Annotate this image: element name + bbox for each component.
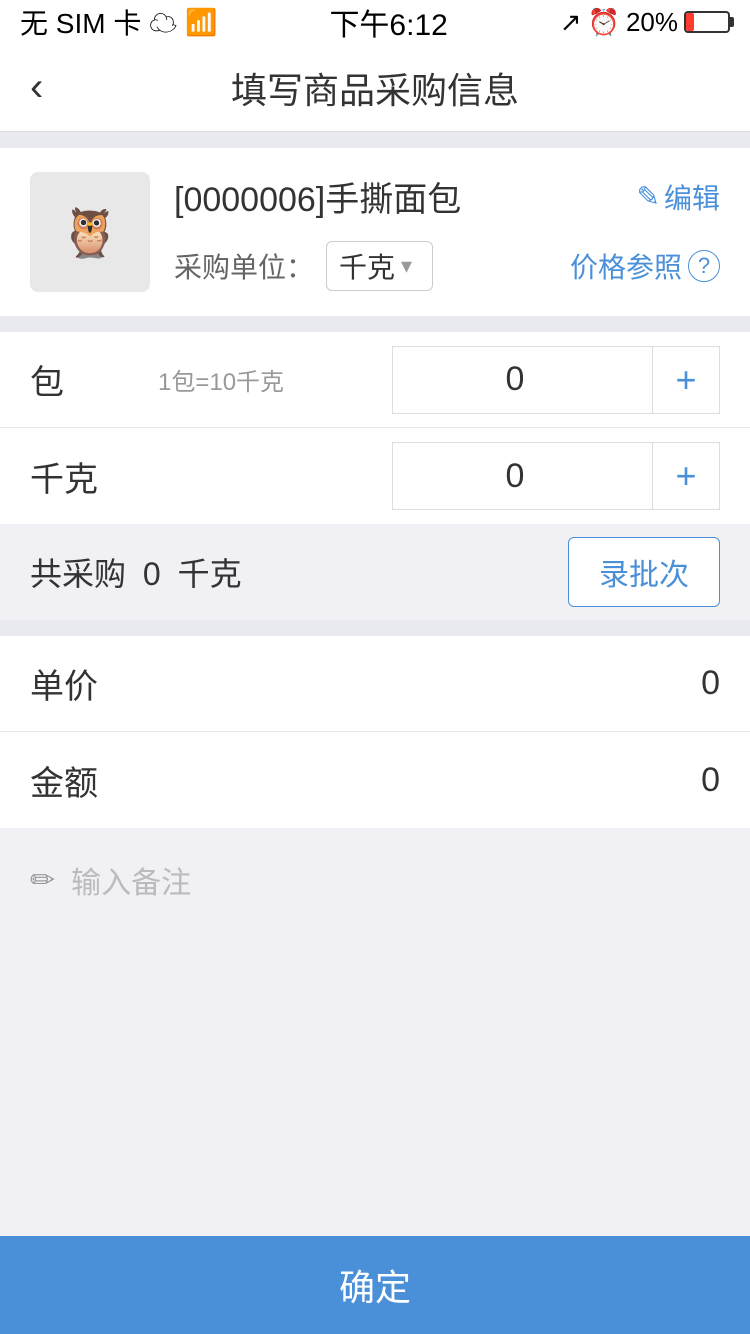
- status-left: 无 SIM 卡 ☁ 📶: [20, 2, 218, 42]
- quantity-input-kg[interactable]: [392, 442, 652, 510]
- product-info: [0000006]手撕面包 ✎ 编辑 采购单位： 千克 ▾ 价格参照 ?: [174, 172, 720, 291]
- section-divider-top: [0, 132, 750, 148]
- alarm-icon: ⏰: [588, 7, 620, 38]
- batch-button[interactable]: 录批次: [568, 537, 720, 607]
- quantity-label-kg: 千克: [30, 452, 150, 501]
- status-bar: 无 SIM 卡 ☁ 📶 下午6:12 ↗ ⏰ 20%: [0, 0, 750, 44]
- pencil-icon: ✏: [30, 863, 55, 898]
- quantity-label-bao: 包: [30, 355, 150, 404]
- price-label-unit: 单价: [30, 659, 98, 708]
- price-value-unit: 0: [701, 664, 720, 703]
- back-button[interactable]: ‹: [30, 65, 43, 110]
- price-section: 单价 0 金额 0: [0, 636, 750, 828]
- quantity-row-kg: 千克 +: [0, 428, 750, 524]
- product-thumbnail-icon: 🦉: [60, 204, 120, 261]
- price-value-amount: 0: [701, 761, 720, 800]
- confirm-button[interactable]: 确定: [0, 1236, 750, 1334]
- wifi-icon: 📶: [185, 7, 217, 38]
- nav-bar: ‹ 填写商品采购信息: [0, 44, 750, 132]
- price-label-amount: 金额: [30, 756, 98, 805]
- location-icon: ↗: [560, 7, 582, 38]
- section-divider-2: [0, 620, 750, 636]
- price-row-unit: 单价 0: [0, 636, 750, 732]
- chevron-down-icon: ▾: [401, 253, 412, 279]
- unit-select[interactable]: 千克 ▾: [326, 241, 433, 291]
- summary-text: 共采购 0 千克: [30, 549, 242, 595]
- status-time: 下午6:12: [329, 0, 447, 44]
- quantity-plus-bao[interactable]: +: [652, 346, 720, 414]
- product-name: [0000006]手撕面包: [174, 172, 461, 221]
- edit-button[interactable]: ✎ 编辑: [637, 177, 720, 217]
- quantity-row-bao: 包 1包=10千克 +: [0, 332, 750, 428]
- empty-content-area: [0, 932, 750, 1272]
- remark-section[interactable]: ✏ 输入备注: [0, 828, 750, 932]
- price-ref-label: 价格参照: [570, 246, 682, 286]
- quantity-section: 包 1包=10千克 + 千克 +: [0, 332, 750, 524]
- help-icon: ?: [688, 250, 720, 282]
- edit-icon: ✎: [637, 180, 660, 213]
- summary-section: 共采购 0 千克 录批次: [0, 524, 750, 620]
- quantity-plus-kg[interactable]: +: [652, 442, 720, 510]
- battery-icon: [684, 11, 730, 33]
- quantity-sublabel-bao: 1包=10千克: [158, 362, 284, 397]
- product-card: 🦉 [0000006]手撕面包 ✎ 编辑 采购单位： 千克 ▾ 价格参照 ?: [0, 148, 750, 316]
- battery-percent: 20%: [626, 7, 678, 38]
- page-title: 填写商品采购信息: [231, 62, 519, 114]
- unit-value: 千克: [339, 246, 395, 286]
- section-divider-1: [0, 316, 750, 332]
- sim-label: 无 SIM 卡 ☁: [20, 2, 177, 42]
- price-ref-button[interactable]: 价格参照 ?: [570, 246, 720, 286]
- unit-label: 采购单位：: [174, 246, 314, 286]
- price-row-amount: 金额 0: [0, 732, 750, 828]
- quantity-input-bao[interactable]: [392, 346, 652, 414]
- remark-placeholder: 输入备注: [71, 858, 191, 902]
- product-image: 🦉: [30, 172, 150, 292]
- status-right: ↗ ⏰ 20%: [560, 7, 730, 38]
